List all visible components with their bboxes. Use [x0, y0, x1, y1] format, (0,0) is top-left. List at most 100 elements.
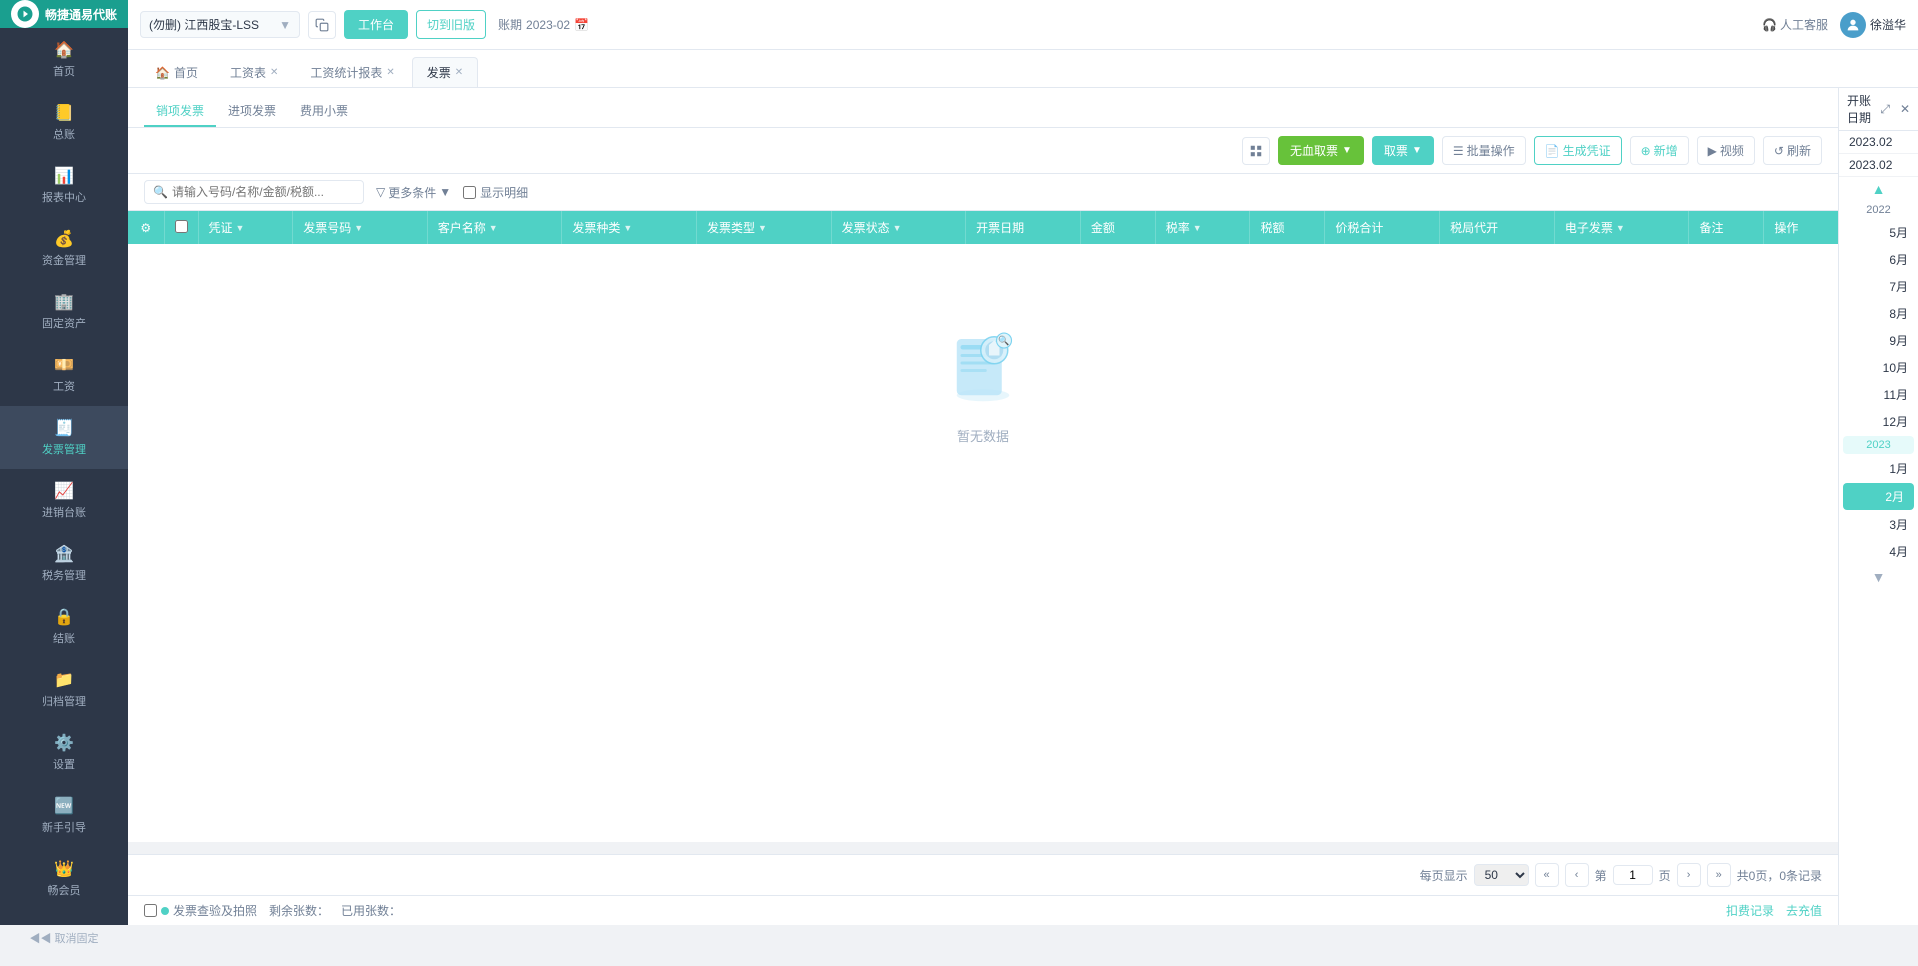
sub-tab-expense[interactable]: 费用小票 [288, 96, 360, 127]
th-tax-rate[interactable]: 税率▼ [1155, 211, 1250, 244]
search-input[interactable] [172, 185, 355, 199]
invoice-status-filter-icon[interactable]: ▼ [893, 223, 902, 233]
search-box[interactable]: 🔍 [144, 180, 364, 204]
scroll-up-icon[interactable]: ▲ [1872, 181, 1886, 197]
th-tax-total[interactable]: 价税合计 [1325, 211, 1440, 244]
sidebar-item-settings[interactable]: ⚙️ 设置 [0, 721, 128, 784]
th-checkbox[interactable] [164, 211, 198, 244]
sidebar-item-guide[interactable]: 🆕 新手引导 [0, 784, 128, 847]
sidebar-item-invoice[interactable]: 🧾 发票管理 [0, 406, 128, 469]
refresh-button[interactable]: ↺ 刷新 [1763, 136, 1822, 165]
date-header-item-2[interactable]: 2023.02 [1839, 154, 1918, 177]
deduct-record-link[interactable]: 扣费记录 [1726, 902, 1774, 919]
new-button[interactable]: ⊕ 新增 [1630, 136, 1689, 165]
show-detail-checkbox[interactable] [463, 186, 476, 199]
invoice-type-filter-icon[interactable]: ▼ [623, 223, 632, 233]
recharge-link[interactable]: 去充值 [1786, 902, 1822, 919]
month-2022-09[interactable]: 9月 [1839, 327, 1918, 354]
month-2022-12[interactable]: 12月 [1839, 408, 1918, 435]
show-detail-checkbox-label[interactable]: 显示明细 [463, 184, 528, 201]
th-amount[interactable]: 金额 [1080, 211, 1155, 244]
th-invoice-type[interactable]: 发票种类▼ [562, 211, 697, 244]
sidebar-item-archive[interactable]: 📁 归档管理 [0, 658, 128, 721]
grid-settings-icon[interactable] [1242, 137, 1270, 165]
prev-page-button[interactable]: ‹ [1565, 863, 1589, 887]
sidebar-item-tax[interactable]: 🏦 税务管理 [0, 532, 128, 595]
workspace-button[interactable]: 工作台 [344, 10, 408, 39]
th-invoice-no[interactable]: 发票号码▼ [293, 211, 428, 244]
e-invoice-filter-icon[interactable]: ▼ [1616, 223, 1625, 233]
tab-home[interactable]: 🏠 首页 [140, 57, 213, 87]
sub-tab-purchase[interactable]: 进项发票 [216, 96, 288, 127]
horizontal-scrollbar[interactable] [128, 842, 1838, 854]
select-all-checkbox[interactable] [175, 220, 188, 233]
th-customer[interactable]: 客户名称▼ [427, 211, 562, 244]
panel-expand-icon[interactable]: ⤢ [1876, 100, 1894, 119]
month-2022-05[interactable]: 5月 [1839, 219, 1918, 246]
th-tax[interactable]: 税额 [1250, 211, 1325, 244]
invoice-check-checkbox[interactable] [144, 904, 157, 917]
calendar-icon[interactable]: 📅 [574, 18, 589, 32]
copy-button[interactable] [308, 11, 336, 39]
month-2023-04[interactable]: 4月 [1839, 538, 1918, 565]
scroll-down-icon[interactable]: ▼ [1872, 569, 1886, 585]
month-2022-06[interactable]: 6月 [1839, 246, 1918, 273]
invoice-category-filter-icon[interactable]: ▼ [758, 223, 767, 233]
th-invoice-category[interactable]: 发票类型▼ [696, 211, 831, 244]
tab-salary-stats-close[interactable]: ✕ [386, 67, 394, 78]
no-tax-button[interactable]: 无血取票 ▼ [1278, 136, 1364, 165]
tab-invoice[interactable]: 发票 ✕ [412, 57, 478, 87]
th-e-invoice[interactable]: 电子发票▼ [1554, 211, 1689, 244]
month-2022-11[interactable]: 11月 [1839, 381, 1918, 408]
video-button[interactable]: ▶ 视频 [1697, 136, 1755, 165]
month-2023-02[interactable]: 2月 [1843, 483, 1914, 510]
voucher-filter-icon[interactable]: ▼ [236, 223, 245, 233]
month-2022-07[interactable]: 7月 [1839, 273, 1918, 300]
tab-salary[interactable]: 工资表 ✕ [215, 57, 293, 87]
take-ticket-button[interactable]: 取票 ▼ [1372, 136, 1434, 165]
sidebar-item-sales[interactable]: 📈 进销台账 [0, 469, 128, 532]
tab-salary-stats[interactable]: 工资统计报表 ✕ [295, 57, 409, 87]
sidebar-item-close[interactable]: 🔒 结账 [0, 595, 128, 658]
next-page-button[interactable]: › [1677, 863, 1701, 887]
sidebar-item-member[interactable]: 👑 畅会员 [0, 847, 128, 910]
th-remark[interactable]: 备注 [1689, 211, 1764, 244]
month-2023-01[interactable]: 1月 [1839, 455, 1918, 482]
sidebar-item-home[interactable]: 🏠 首页 [0, 28, 128, 91]
batch-ops-button[interactable]: ☰ 批量操作 [1442, 136, 1526, 165]
first-page-button[interactable]: « [1535, 863, 1559, 887]
th-invoice-status[interactable]: 发票状态▼ [831, 211, 966, 244]
company-selector[interactable]: (勿删) 江西股宝-LSS ▼ [140, 11, 300, 38]
th-open-date[interactable]: 开票日期 [966, 211, 1081, 244]
customer-filter-icon[interactable]: ▼ [489, 223, 498, 233]
tax-rate-filter-icon[interactable]: ▼ [1193, 223, 1202, 233]
service-button[interactable]: 🎧 人工客服 [1762, 16, 1828, 33]
th-settings[interactable]: ⚙ [128, 211, 164, 244]
invoice-no-filter-icon[interactable]: ▼ [354, 223, 363, 233]
tab-salary-close[interactable]: ✕ [270, 67, 278, 78]
tab-invoice-close[interactable]: ✕ [455, 67, 463, 78]
sidebar-item-funds[interactable]: 💰 资金管理 [0, 217, 128, 280]
sidebar-item-salary[interactable]: 💴 工资 [0, 343, 128, 406]
more-filters-button[interactable]: ▽ 更多条件 ▼ [376, 184, 451, 201]
th-tax-code[interactable]: 税局代开 [1440, 211, 1555, 244]
th-actions[interactable]: 操作 [1764, 211, 1838, 244]
generate-cert-button[interactable]: 📄 生成凭证 [1534, 136, 1622, 165]
user-info[interactable]: 徐溢华 [1840, 12, 1906, 38]
month-2023-03[interactable]: 3月 [1839, 511, 1918, 538]
th-voucher[interactable]: 凭证▼ [198, 211, 293, 244]
sidebar-label-settings: 设置 [53, 756, 75, 772]
date-header-item-1[interactable]: 2023.02 [1839, 131, 1918, 154]
sidebar-item-reports[interactable]: 📊 报表中心 [0, 154, 128, 217]
sidebar-collapse-btn[interactable]: ◀◀ 取消固定 [0, 920, 128, 956]
month-2022-08[interactable]: 8月 [1839, 300, 1918, 327]
switch-version-button[interactable]: 切到旧版 [416, 10, 486, 39]
sub-tab-sales[interactable]: 销项发票 [144, 96, 216, 127]
last-page-button[interactable]: » [1707, 863, 1731, 887]
page-number-input[interactable] [1613, 865, 1653, 885]
month-2022-10[interactable]: 10月 [1839, 354, 1918, 381]
panel-close-icon[interactable]: ✕ [1896, 100, 1914, 118]
sidebar-item-ledger[interactable]: 📒 总账 [0, 91, 128, 154]
sidebar-item-assets[interactable]: 🏢 固定资产 [0, 280, 128, 343]
per-page-select[interactable]: 20 50 100 [1474, 864, 1529, 886]
